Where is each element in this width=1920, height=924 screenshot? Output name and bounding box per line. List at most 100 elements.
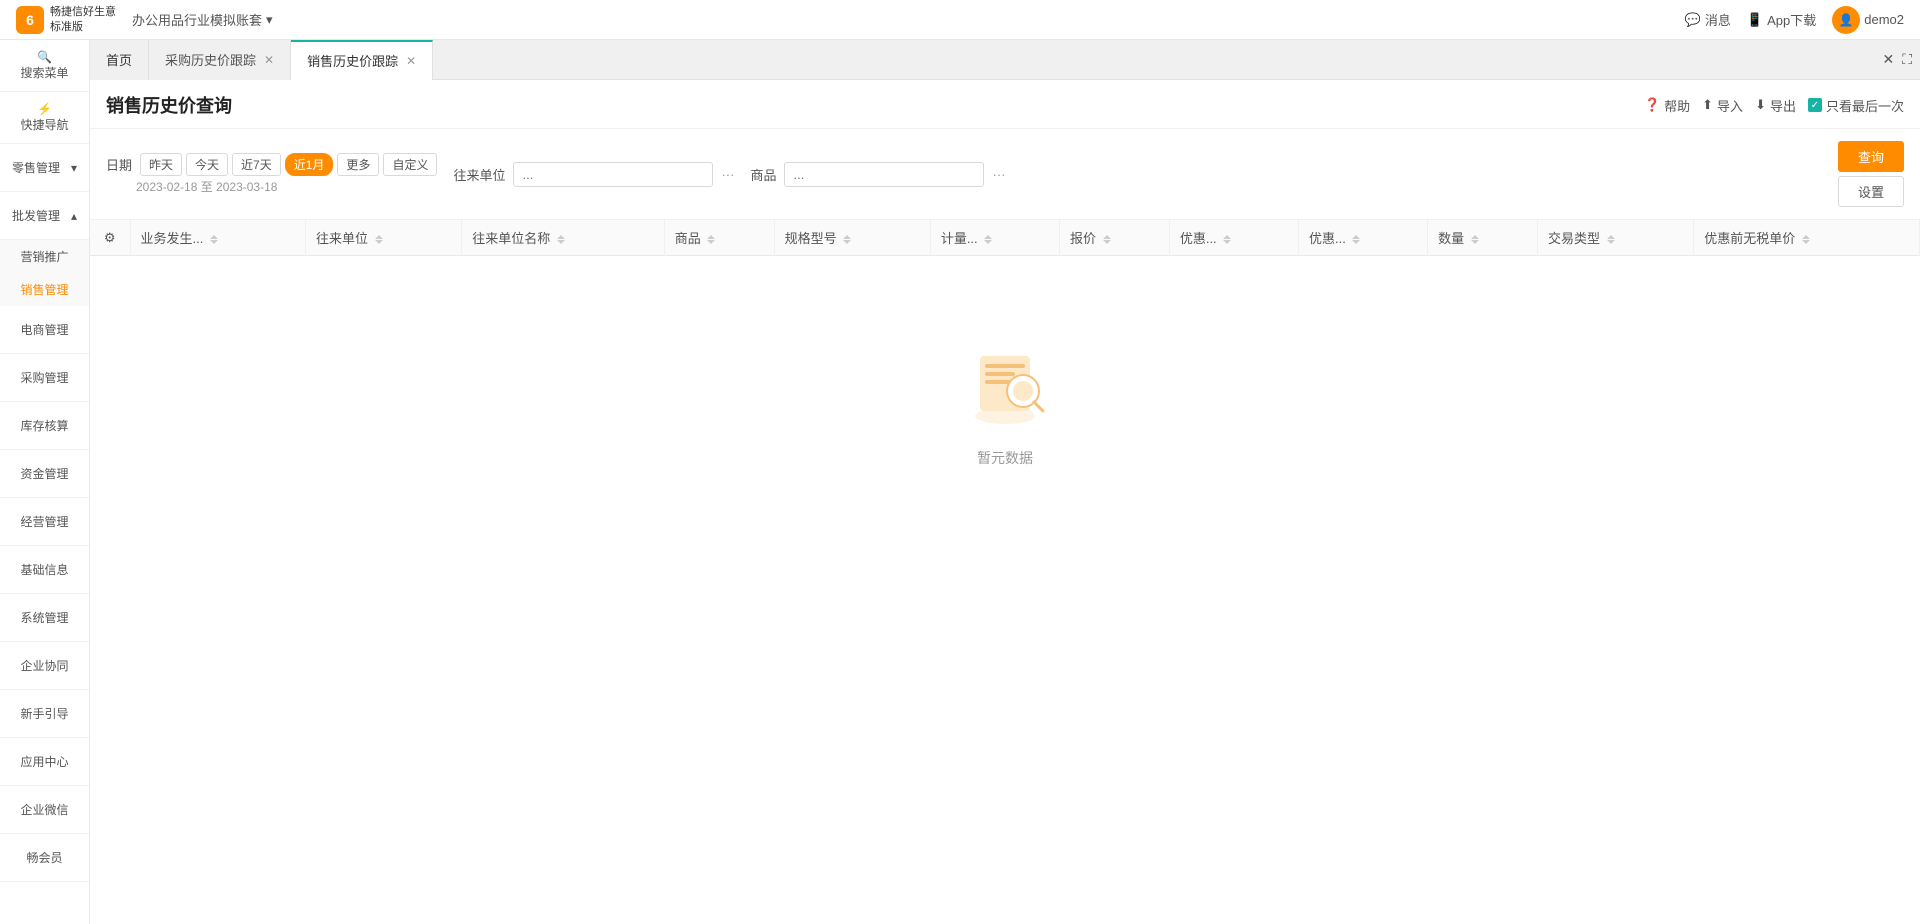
- sidebar-label-wholesale-mgmt: 批发管理: [12, 207, 60, 224]
- tab-bar-right: ✕ ⛶: [1882, 51, 1920, 68]
- col-unit[interactable]: 计量...: [930, 220, 1059, 256]
- date-btn-custom[interactable]: 自定义: [383, 153, 437, 176]
- content-area: 首页 采购历史价跟踪 ✕ 销售历史价跟踪 ✕ ✕ ⛶ 销售历史价查询: [90, 40, 1920, 924]
- user-menu[interactable]: 👤 demo2: [1832, 6, 1904, 34]
- filter-area: 日期 昨天 今天 近7天 近1月 更多 自定义 2023-02-18 至 202…: [90, 129, 1920, 220]
- search-menu-icon: 🔍: [37, 50, 52, 64]
- date-btn-1month[interactable]: 近1月: [285, 153, 334, 176]
- tab-sales-history[interactable]: 销售历史价跟踪 ✕: [291, 40, 433, 80]
- import-button[interactable]: ⬆ 导入: [1702, 96, 1743, 115]
- logo-text: 畅捷信好生意 标准版: [50, 5, 116, 34]
- chevron-icon-wholesale: ▴: [71, 209, 77, 223]
- sidebar-item-vip[interactable]: 畅会员: [0, 834, 89, 882]
- sidebar-item-purchase-mgmt[interactable]: 采购管理: [0, 354, 89, 402]
- col-discount2[interactable]: 优惠...: [1298, 220, 1427, 256]
- sidebar-label-retail-mgmt: 零售管理: [12, 159, 60, 176]
- tab-purchase-history[interactable]: 采购历史价跟踪 ✕: [149, 40, 291, 80]
- tab-sales-close[interactable]: ✕: [406, 54, 416, 68]
- sort-pretax-price: [1802, 235, 1810, 244]
- date-btn-7days[interactable]: 近7天: [232, 153, 281, 176]
- help-button[interactable]: ❓ 帮助: [1644, 96, 1690, 115]
- tab-expand-button[interactable]: ⛶: [1902, 51, 1912, 68]
- import-label: 导入: [1717, 96, 1743, 115]
- help-icon: ❓: [1644, 97, 1660, 113]
- chevron-down-icon: ▾: [266, 12, 273, 28]
- sidebar-item-search-menu[interactable]: 🔍 搜索菜单: [0, 40, 89, 92]
- data-table: ⚙ 业务发生... 往来单位 往来单位名称: [90, 220, 1920, 256]
- sort-spec: [843, 235, 851, 244]
- customer-input[interactable]: [513, 162, 713, 187]
- date-shortcuts: 昨天 今天 近7天 近1月 更多 自定义: [140, 153, 437, 176]
- settings-button[interactable]: 设置: [1838, 176, 1904, 207]
- date-btn-more[interactable]: 更多: [337, 153, 379, 176]
- sort-discount2: [1352, 235, 1360, 244]
- col-partner-code[interactable]: 往来单位: [306, 220, 462, 256]
- sort-partner-code: [375, 235, 383, 244]
- sidebar-item-guide[interactable]: 新手引导: [0, 690, 89, 738]
- col-biz-date[interactable]: 业务发生...: [130, 220, 306, 256]
- sidebar-label-quick-nav: 快捷导航: [20, 116, 68, 133]
- col-spec[interactable]: 规格型号: [774, 220, 930, 256]
- import-icon: ⬆: [1702, 97, 1713, 113]
- top-header: 6 畅捷信好生意 标准版 办公用品行业模拟账套 ▾ 💬 消息 📱 App下载 👤…: [0, 0, 1920, 40]
- col-settings[interactable]: ⚙: [90, 220, 130, 256]
- sort-discount1: [1223, 235, 1231, 244]
- product-input[interactable]: [784, 162, 984, 187]
- sort-trade-type: [1607, 235, 1615, 244]
- sidebar-item-basic-info[interactable]: 基础信息: [0, 546, 89, 594]
- sidebar-label-basic-info: 基础信息: [20, 561, 68, 578]
- sidebar-item-sales-promo[interactable]: 营销推广: [0, 240, 89, 273]
- date-range-display: 2023-02-18 至 2023-03-18: [136, 178, 437, 195]
- message-button[interactable]: 💬 消息: [1685, 10, 1731, 29]
- sort-biz-date: [210, 235, 218, 244]
- col-partner-name[interactable]: 往来单位名称: [462, 220, 665, 256]
- table-header-row: ⚙ 业务发生... 往来单位 往来单位名称: [90, 220, 1920, 256]
- sidebar-item-app-center[interactable]: 应用中心: [0, 738, 89, 786]
- app-selector[interactable]: 办公用品行业模拟账套 ▾: [124, 10, 281, 29]
- customer-dots[interactable]: ···: [721, 167, 734, 182]
- date-label: 日期: [106, 155, 132, 174]
- message-icon: 💬: [1685, 12, 1701, 28]
- app-selector-label: 办公用品行业模拟账套: [132, 10, 262, 29]
- col-qty[interactable]: 数量: [1428, 220, 1538, 256]
- sidebar-label-vip: 畅会员: [26, 849, 62, 866]
- sidebar-item-finance[interactable]: 资金管理: [0, 450, 89, 498]
- product-dots[interactable]: ···: [992, 167, 1005, 182]
- sidebar-label-purchase-mgmt: 采购管理: [20, 369, 68, 386]
- sidebar-item-ops-mgmt[interactable]: 经营管理: [0, 498, 89, 546]
- view-last-checkbox[interactable]: ✓ 只看最后一次: [1808, 96, 1904, 115]
- table-container: ⚙ 业务发生... 往来单位 往来单位名称: [90, 220, 1920, 924]
- chevron-icon-retail: ▾: [71, 161, 77, 175]
- sidebar-item-wholesale-mgmt[interactable]: 批发管理 ▴: [0, 192, 89, 240]
- sidebar-item-corp-wechat[interactable]: 企业微信: [0, 786, 89, 834]
- download-icon: 📱: [1747, 12, 1763, 28]
- query-button[interactable]: 查询: [1838, 141, 1904, 172]
- sidebar-label-guide: 新手引导: [20, 705, 68, 722]
- sort-qty: [1471, 235, 1479, 244]
- tab-purchase-close[interactable]: ✕: [264, 53, 274, 67]
- col-price[interactable]: 报价: [1059, 220, 1169, 256]
- sidebar-item-enterprise[interactable]: 企业协同: [0, 642, 89, 690]
- sidebar-item-inventory[interactable]: 库存核算: [0, 402, 89, 450]
- header-left: 6 畅捷信好生意 标准版 办公用品行业模拟账套 ▾: [16, 5, 281, 34]
- empty-state: 暂元数据: [90, 256, 1920, 548]
- customer-label: 往来单位: [453, 165, 505, 184]
- app-download-button[interactable]: 📱 App下载: [1747, 10, 1816, 29]
- sidebar-label-sales-mgmt: 销售管理: [20, 281, 68, 298]
- col-trade-type[interactable]: 交易类型: [1538, 220, 1694, 256]
- sidebar-item-ecom-mgmt[interactable]: 电商管理: [0, 306, 89, 354]
- export-button[interactable]: ⬇ 导出: [1755, 96, 1796, 115]
- tab-close-all-button[interactable]: ✕: [1882, 51, 1894, 68]
- date-btn-today[interactable]: 今天: [186, 153, 228, 176]
- col-product[interactable]: 商品: [664, 220, 774, 256]
- col-pretax-price[interactable]: 优惠前无税单价: [1694, 220, 1920, 256]
- tab-home[interactable]: 首页: [90, 40, 149, 80]
- sidebar-item-sales-mgmt[interactable]: 销售管理: [0, 273, 89, 306]
- sidebar-item-quick-nav[interactable]: ⚡ 快捷导航: [0, 92, 89, 144]
- col-discount1[interactable]: 优惠...: [1169, 220, 1298, 256]
- sidebar-item-retail-mgmt[interactable]: 零售管理 ▾: [0, 144, 89, 192]
- sidebar-label-sales-promo: 营销推广: [20, 248, 68, 265]
- page-title: 销售历史价查询: [106, 92, 232, 118]
- sidebar-item-system-mgmt[interactable]: 系统管理: [0, 594, 89, 642]
- date-btn-yesterday[interactable]: 昨天: [140, 153, 182, 176]
